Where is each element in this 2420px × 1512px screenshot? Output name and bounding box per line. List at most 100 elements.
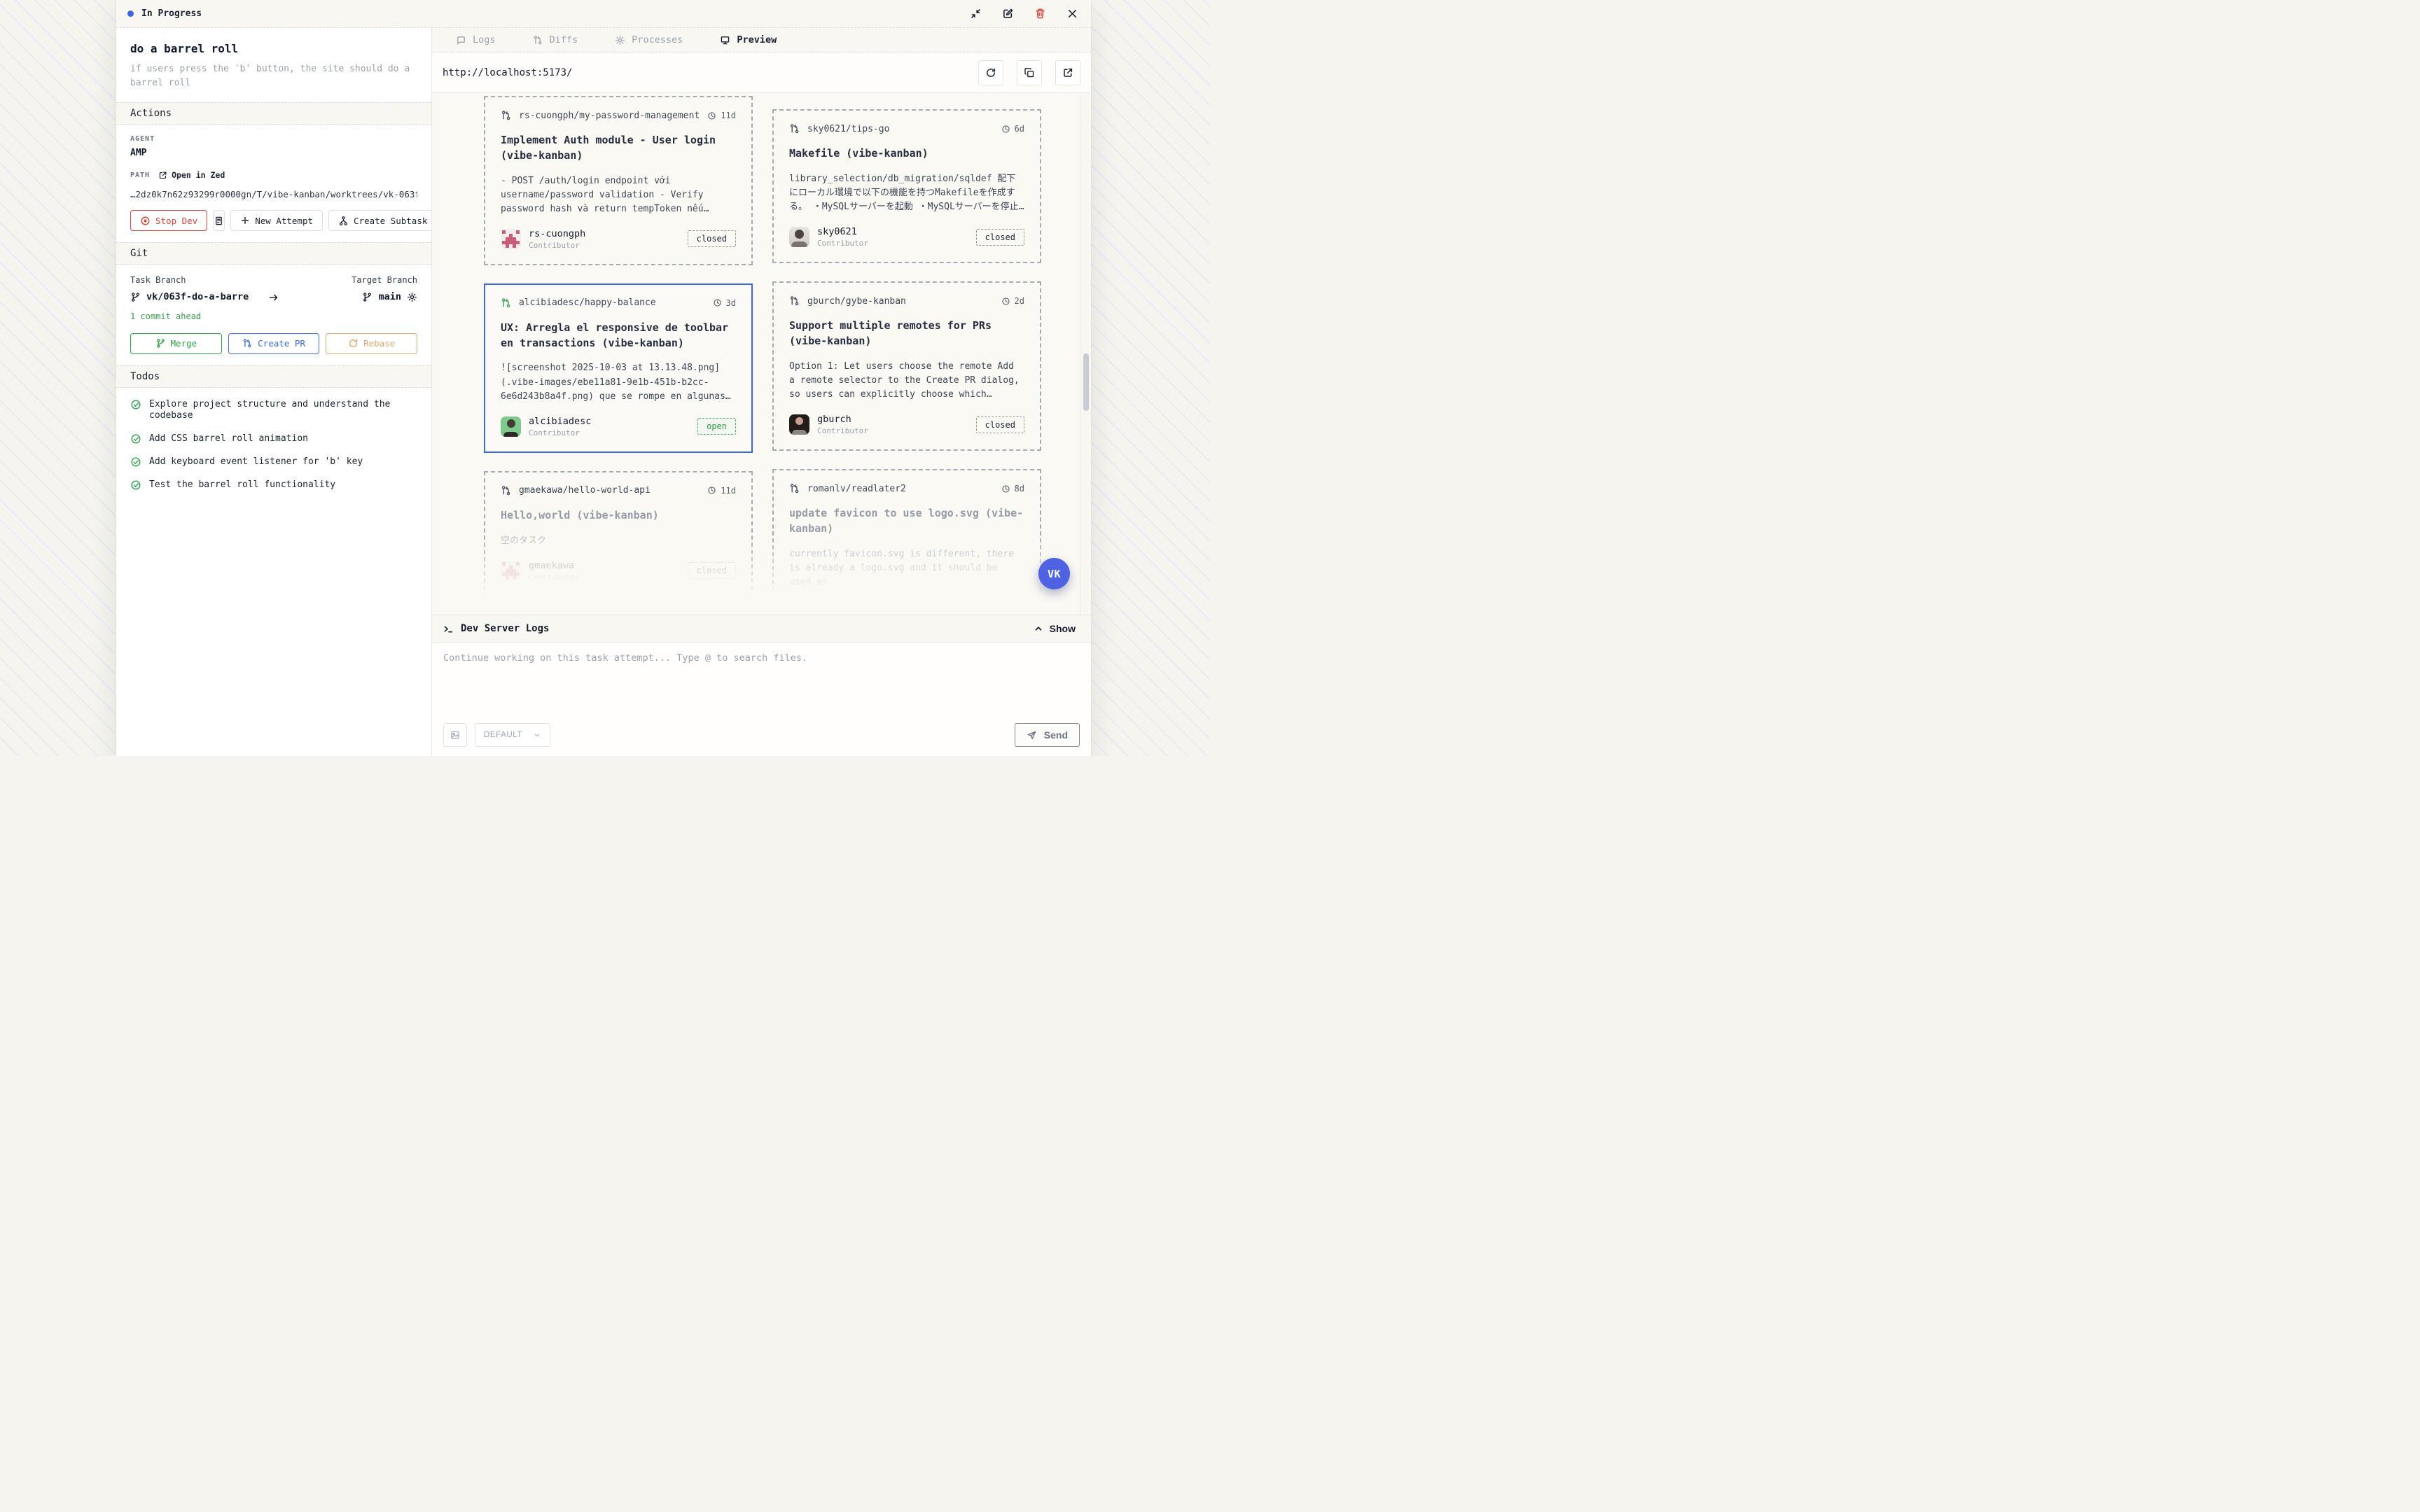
pull-request-icon: [242, 338, 253, 349]
git-merge-icon: [155, 338, 166, 349]
pull-request-icon: [533, 35, 543, 46]
image-icon: [450, 729, 461, 741]
rebase-button[interactable]: Rebase: [326, 332, 418, 354]
tab-diffs[interactable]: Diffs: [529, 34, 583, 46]
url-input[interactable]: http://localhost:5173/: [443, 67, 978, 78]
model-select[interactable]: DEFAULT: [475, 723, 550, 747]
card-repo-row: alcibiadesc/happy-balance 3d: [501, 298, 736, 309]
git-branch-icon: [362, 292, 373, 302]
create-subtask-label: Create Subtask: [354, 215, 428, 226]
create-pr-label: Create PR: [258, 338, 305, 349]
avatar: [501, 228, 521, 249]
card-repo-row: gburch/gybe-kanban 2d: [789, 295, 1024, 307]
todo-text: Add CSS barrel roll animation: [149, 433, 308, 444]
task-sidebar: do a barrel roll if users press the 'b' …: [116, 28, 432, 756]
clock-icon: [1001, 484, 1010, 493]
task-card[interactable]: romanlv/readlater2 8d update favicon to …: [772, 469, 1041, 606]
todos-section-header: Todos: [116, 365, 431, 388]
merge-button[interactable]: Merge: [130, 332, 222, 354]
todo-item: Explore project structure and understand…: [130, 399, 417, 423]
model-select-value: DEFAULT: [484, 731, 522, 739]
avatar: [789, 227, 809, 248]
preview-scrollbar-thumb[interactable]: [1083, 354, 1089, 411]
tab-preview[interactable]: Preview: [716, 34, 781, 46]
branch-settings-gear-icon[interactable]: [407, 292, 417, 302]
copy-url-button[interactable]: [1017, 59, 1042, 85]
card-age-value: 6d: [1014, 124, 1024, 134]
copy-icon: [1024, 67, 1035, 78]
pull-request-icon: [789, 295, 800, 307]
tab-processes[interactable]: Processes: [611, 34, 687, 46]
card-description: - POST /auth/login endpoint với username…: [501, 175, 704, 214]
create-pr-button[interactable]: Create PR: [228, 332, 320, 354]
card-footer: rs-cuongph Contributor closed: [501, 228, 736, 250]
author-role: Contributor: [529, 428, 580, 438]
edit-button[interactable]: [1001, 6, 1015, 21]
open-in-zed-link[interactable]: Open in Zed: [158, 170, 225, 180]
status-badge: closed: [975, 228, 1024, 246]
close-button[interactable]: [1065, 6, 1080, 21]
card-title: Support multiple remotes for PRs (vibe-k…: [789, 319, 992, 347]
tab-preview-label: Preview: [737, 34, 777, 46]
author-name: sky0621: [817, 226, 857, 238]
gear-icon: [615, 35, 625, 46]
rebase-label: Rebase: [363, 338, 396, 349]
card-age-value: 11d: [721, 485, 736, 496]
card-author: alcibiadesc Contributor: [529, 416, 591, 438]
refresh-button[interactable]: [978, 59, 1003, 85]
trash-icon: [1034, 8, 1046, 20]
stop-dev-label: Stop Dev: [155, 215, 198, 226]
todo-text: Test the barrel roll functionality: [149, 479, 336, 491]
card-title: Makefile (vibe-kanban): [789, 147, 929, 160]
message-input[interactable]: [443, 652, 1080, 707]
arrow-right-icon: [268, 275, 279, 303]
task-card[interactable]: rs-cuongph/my-password-management 11d Im…: [484, 96, 753, 265]
tab-diffs-label: Diffs: [549, 34, 578, 46]
dev-logs-button[interactable]: [213, 210, 225, 231]
agent-value: AMP: [130, 148, 147, 158]
create-subtask-button[interactable]: Create Subtask: [328, 210, 431, 231]
delete-button[interactable]: [1033, 6, 1048, 21]
status-badge: closed: [687, 562, 736, 580]
kanban-column: rs-cuongph/my-password-management 11d Im…: [484, 93, 753, 597]
status-badge: closed: [975, 416, 1024, 433]
actions-section: AGENT AMP PATH Open in Zed …2dz0k7n62z93…: [116, 125, 431, 242]
card-description: ![screenshot 2025-10-03 at 13.13.48.png]…: [501, 363, 731, 402]
open-external-button[interactable]: [1055, 59, 1080, 85]
task-card[interactable]: gburch/gybe-kanban 2d Support multiple r…: [772, 281, 1041, 451]
check-circle-icon: [130, 433, 141, 444]
target-branch-label: Target Branch: [352, 275, 417, 285]
pull-request-icon: [501, 110, 512, 121]
task-branch-chip: vk/063f-do-a-barre: [130, 291, 249, 302]
card-author: rs-cuongph Contributor: [529, 228, 585, 250]
task-card[interactable]: sky0621/tips-go 6d Makefile (vibe-kanban…: [772, 109, 1041, 264]
card-repo: gburch/gybe-kanban: [807, 295, 906, 307]
actions-section-header: Actions: [116, 102, 431, 125]
dev-server-logs-bar[interactable]: Dev Server Logs Show: [432, 615, 1091, 642]
stop-dev-button[interactable]: Stop Dev: [130, 210, 208, 231]
task-card[interactable]: gmaekawa/hello-world-api 11d Hello,world…: [484, 470, 753, 597]
clock-icon: [1001, 297, 1010, 306]
vibe-kanban-fab[interactable]: VK: [1038, 558, 1070, 589]
clock-icon: [713, 298, 722, 307]
task-branch-label: Task Branch: [130, 275, 186, 285]
tab-logs[interactable]: Logs: [452, 34, 500, 46]
send-button[interactable]: Send: [1014, 723, 1080, 747]
send-icon: [1027, 730, 1037, 741]
show-logs-button[interactable]: Show: [1029, 622, 1080, 635]
minimize-button[interactable]: [968, 6, 983, 21]
author-role: Contributor: [529, 240, 580, 250]
author-role: Contributor: [817, 426, 868, 436]
card-title: update favicon to use logo.svg (vibe-kan…: [789, 507, 1024, 535]
new-attempt-button[interactable]: New Attempt: [230, 210, 324, 231]
card-footer: gburch Contributor closed: [789, 414, 1024, 435]
external-link-icon: [158, 171, 167, 180]
author-role: Contributor: [529, 572, 580, 582]
card-age: 11d: [707, 486, 736, 496]
attach-image-button[interactable]: [443, 723, 467, 747]
clock-icon: [707, 111, 716, 120]
card-footer: alcibiadesc Contributor open: [501, 416, 736, 438]
kanban-column: sky0621/tips-go 6d Makefile (vibe-kanban…: [772, 93, 1041, 606]
task-card[interactable]: alcibiadesc/happy-balance 3d UX: Arregla…: [484, 283, 753, 453]
stop-icon: [140, 216, 151, 226]
